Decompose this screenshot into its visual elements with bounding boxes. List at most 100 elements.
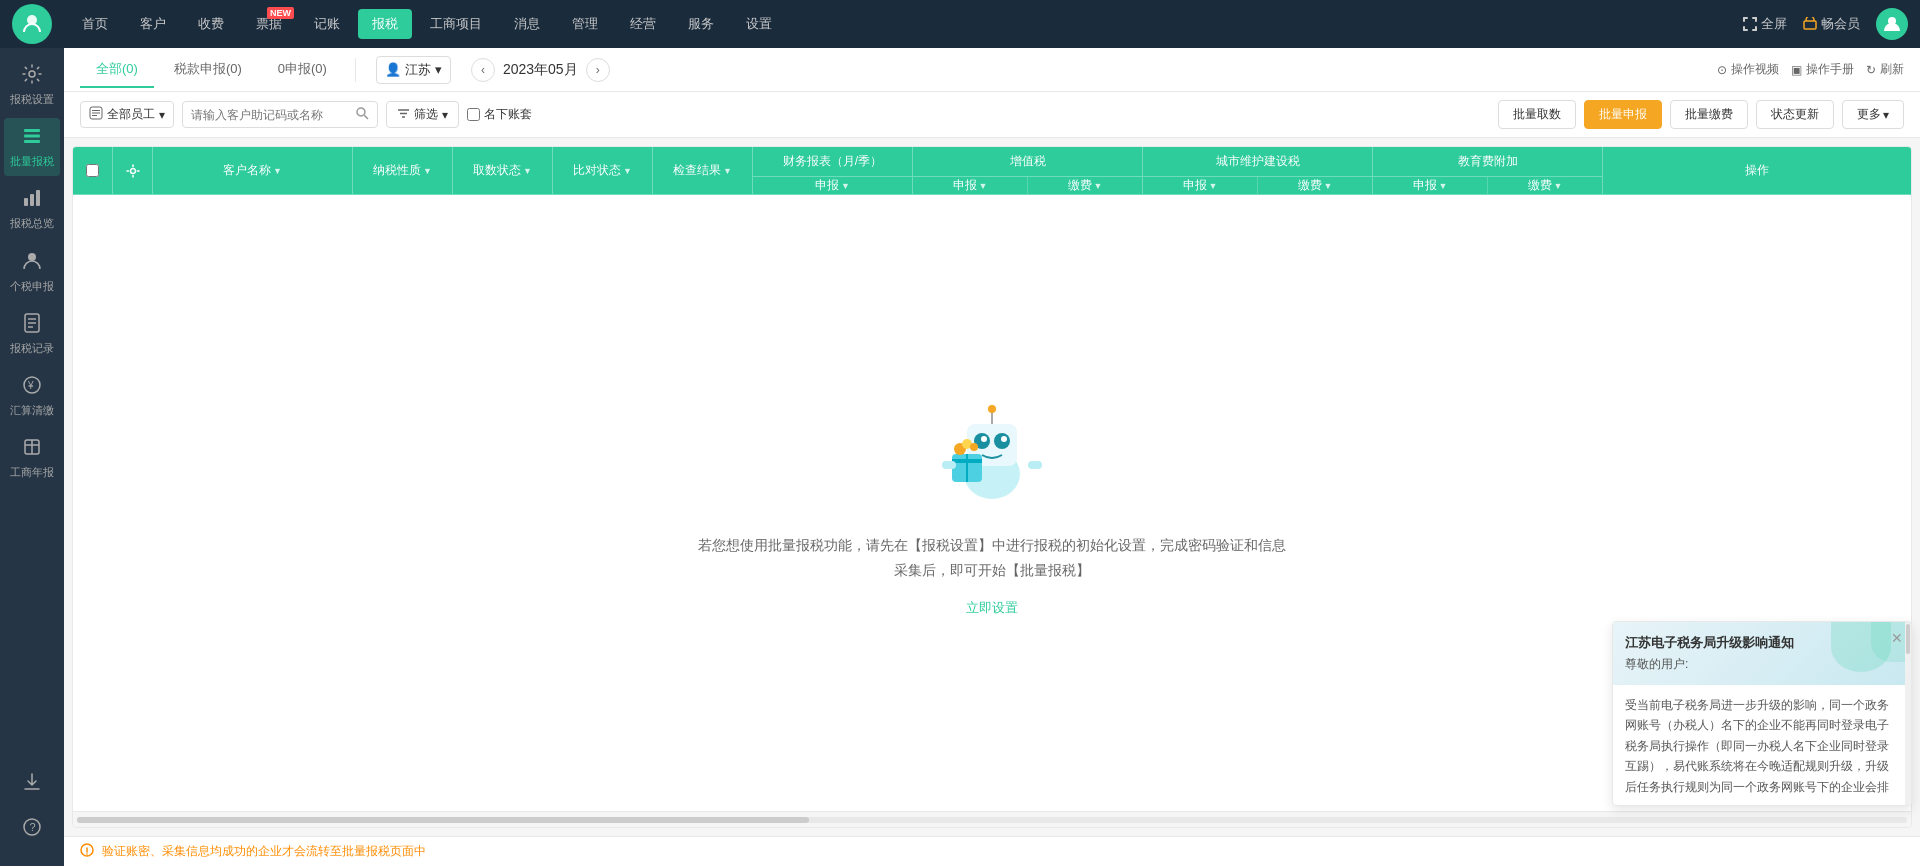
th-city-declare-filter[interactable]: ▼ [1209, 181, 1218, 191]
status-bar: 验证账密、采集信息均成功的企业才会流转至批量报税页面中 [64, 836, 1920, 866]
svg-rect-17 [36, 190, 40, 206]
sidebar-item-personal-tax[interactable]: 个税申报 [4, 243, 60, 301]
filter-button[interactable]: 筛选 ▾ [386, 101, 459, 128]
notification-close-btn[interactable]: ✕ [1891, 630, 1903, 646]
search-box [182, 101, 378, 128]
nav-customer[interactable]: 客户 [126, 9, 180, 39]
horizontal-scrollbar[interactable] [73, 811, 1911, 827]
sidebar-label-tax-overview: 报税总览 [10, 217, 54, 230]
status-update-btn[interactable]: 状态更新 [1756, 100, 1834, 129]
th-city-pay: 缴费 ▼ [1258, 177, 1372, 194]
batch-pay-btn[interactable]: 批量缴费 [1670, 100, 1748, 129]
manual-icon: ▣ [1791, 63, 1802, 77]
tab-zero-declaration[interactable]: 0申报(0) [262, 52, 343, 88]
th-name-filter[interactable]: ▼ [273, 166, 282, 176]
search-input[interactable] [191, 108, 351, 122]
th-compare-filter[interactable]: ▼ [623, 166, 632, 176]
th-finance-filter[interactable]: ▼ [841, 181, 850, 191]
sidebar-help[interactable]: ? [4, 809, 60, 850]
month-display: 2023年05月 [503, 61, 578, 79]
nav-settings[interactable]: 设置 [732, 9, 786, 39]
th-vat-pay-filter[interactable]: ▼ [1094, 181, 1103, 191]
name-accounts-checkbox-label[interactable]: 名下账套 [467, 106, 532, 123]
search-icon[interactable] [355, 106, 369, 123]
user-avatar[interactable] [1876, 8, 1908, 40]
nav-messages[interactable]: 消息 [500, 9, 554, 39]
personal-tax-icon [22, 251, 42, 276]
nav-tax[interactable]: 报税 [358, 9, 412, 39]
svg-text:¥: ¥ [27, 380, 34, 391]
status-text: 验证账密、采集信息均成功的企业才会流转至批量报税页面中 [102, 843, 426, 860]
operation-video-link[interactable]: ⊙ 操作视频 [1717, 61, 1779, 78]
member-btn[interactable]: 畅会员 [1803, 15, 1860, 33]
next-month-btn[interactable]: › [586, 58, 610, 82]
sidebar-item-tax-records[interactable]: 报税记录 [4, 305, 60, 363]
name-accounts-checkbox[interactable] [467, 108, 480, 121]
region-icon: 👤 [385, 62, 401, 77]
select-all-checkbox[interactable] [86, 164, 99, 177]
app-logo[interactable] [12, 4, 52, 44]
tab-bar: 全部(0) 税款申报(0) 0申报(0) 👤 江苏 ▾ ‹ 2023年05月 ›… [64, 48, 1920, 92]
th-city-declare: 申报 ▼ [1143, 177, 1258, 194]
sidebar: 报税设置 批量报税 报税总览 [0, 48, 64, 866]
th-checkbox[interactable] [73, 147, 113, 194]
nav-home[interactable]: 首页 [68, 9, 122, 39]
employee-select-chevron: ▾ [159, 108, 165, 122]
operation-manual-link[interactable]: ▣ 操作手册 [1791, 61, 1854, 78]
svg-point-45 [981, 436, 987, 442]
svg-rect-15 [24, 198, 28, 206]
fullscreen-btn[interactable]: 全屏 [1743, 15, 1787, 33]
batch-fetch-btn[interactable]: 批量取数 [1498, 100, 1576, 129]
th-compare-status: 比对状态 ▼ [553, 147, 653, 194]
th-city-pay-filter[interactable]: ▼ [1324, 181, 1333, 191]
refresh-link[interactable]: ↻ 刷新 [1866, 61, 1904, 78]
nav-service[interactable]: 服务 [674, 9, 728, 39]
name-accounts-label: 名下账套 [484, 106, 532, 123]
th-vat-declare-filter[interactable]: ▼ [979, 181, 988, 191]
nav-invoice[interactable]: 票据 NEW [242, 9, 296, 39]
region-chevron: ▾ [435, 62, 442, 77]
prev-month-btn[interactable]: ‹ [471, 58, 495, 82]
sidebar-item-tax-settings[interactable]: 报税设置 [4, 56, 60, 114]
more-btn[interactable]: 更多 ▾ [1842, 100, 1904, 129]
th-tax-filter[interactable]: ▼ [423, 166, 432, 176]
svg-text:?: ? [30, 821, 36, 833]
notification-scroll[interactable] [1905, 622, 1911, 805]
th-edu-pay-filter[interactable]: ▼ [1554, 181, 1563, 191]
status-icon [80, 843, 94, 860]
region-selector[interactable]: 👤 江苏 ▾ [376, 56, 451, 84]
nav-operations[interactable]: 经营 [616, 9, 670, 39]
sidebar-item-tax-overview[interactable]: 报税总览 [4, 180, 60, 238]
sidebar-item-batch-tax[interactable]: 批量报税 [4, 118, 60, 176]
th-check-filter[interactable]: ▼ [723, 166, 732, 176]
th-finance-group: 财务报表（月/季） 申报 ▼ [753, 147, 913, 194]
tax-records-icon [22, 313, 42, 338]
nav-billing[interactable]: 收费 [184, 9, 238, 39]
more-chevron-icon: ▾ [1883, 108, 1889, 122]
batch-declare-btn[interactable]: 批量申报 [1584, 100, 1662, 129]
sidebar-item-settlement[interactable]: ¥ 汇算清缴 [4, 367, 60, 425]
sidebar-download[interactable] [4, 764, 60, 805]
th-edu-declare-filter[interactable]: ▼ [1439, 181, 1448, 191]
setup-link[interactable]: 立即设置 [966, 599, 1018, 617]
nav-bookkeeping[interactable]: 记账 [300, 9, 354, 39]
th-fetch-filter[interactable]: ▼ [523, 166, 532, 176]
help-icon: ? [22, 817, 42, 842]
tab-bar-actions: ⊙ 操作视频 ▣ 操作手册 ↻ 刷新 [1717, 61, 1904, 78]
tab-tax-declaration[interactable]: 税款申报(0) [158, 52, 258, 88]
svg-rect-14 [24, 140, 40, 143]
nav-management[interactable]: 管理 [558, 9, 612, 39]
tab-all[interactable]: 全部(0) [80, 52, 154, 88]
refresh-label: 刷新 [1880, 61, 1904, 78]
th-edu-pay: 缴费 ▼ [1488, 177, 1602, 194]
svg-rect-2 [1743, 17, 1745, 22]
th-settings[interactable] [113, 147, 153, 194]
sidebar-item-annual-report[interactable]: 工商年报 [4, 429, 60, 487]
region-text: 江苏 [405, 61, 431, 79]
svg-point-11 [29, 71, 35, 77]
th-city-title: 城市维护建设税 [1143, 147, 1372, 177]
nav-business[interactable]: 工商项目 [416, 9, 496, 39]
employee-select[interactable]: 全部员工 ▾ [80, 101, 174, 128]
svg-point-46 [1001, 436, 1007, 442]
filter-label: 筛选 [414, 106, 438, 123]
